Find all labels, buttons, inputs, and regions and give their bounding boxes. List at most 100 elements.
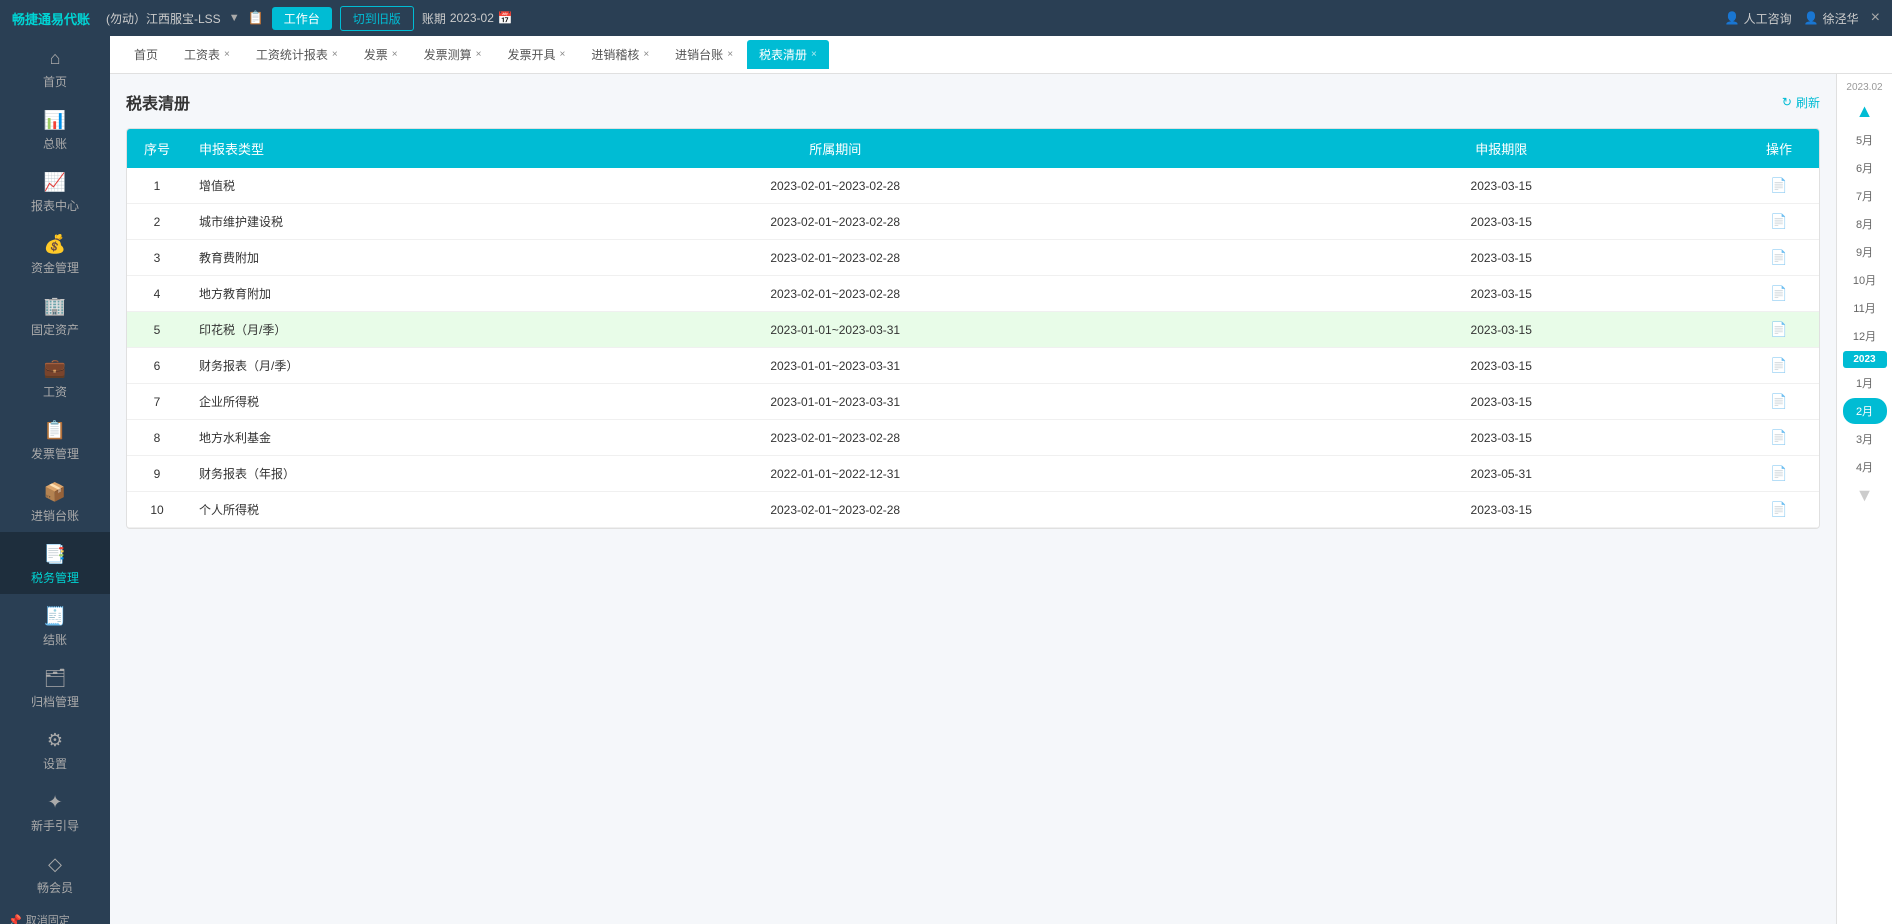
tab-salary-table[interactable]: 工资表 × bbox=[172, 40, 242, 69]
cell-action[interactable]: 📄 bbox=[1739, 492, 1819, 528]
view-icon[interactable]: 📄 bbox=[1770, 213, 1787, 229]
sidebar-item-member[interactable]: ◇ 畅会员 bbox=[0, 842, 110, 904]
timeline-month-11[interactable]: 11月 bbox=[1843, 295, 1887, 321]
timeline-year-header: 2023.02 bbox=[1846, 82, 1882, 93]
tab-salary-stats[interactable]: 工资统计报表 × bbox=[244, 40, 350, 69]
table-row: 10 个人所得税 2023-02-01~2023-02-28 2023-03-1… bbox=[127, 492, 1819, 528]
tab-purchases-check-close[interactable]: × bbox=[643, 49, 649, 60]
tab-salary-table-close[interactable]: × bbox=[224, 49, 230, 60]
workbench-button[interactable]: 工作台 bbox=[272, 7, 332, 30]
view-icon[interactable]: 📄 bbox=[1770, 357, 1787, 373]
cell-action[interactable]: 📄 bbox=[1739, 384, 1819, 420]
ai-consult-button[interactable]: 👤 人工咨询 bbox=[1725, 10, 1792, 27]
cell-action[interactable]: 📄 bbox=[1739, 168, 1819, 204]
sidebar-item-salary[interactable]: 💼 工资 bbox=[0, 346, 110, 408]
tab-invoice-open[interactable]: 发票开具 × bbox=[495, 40, 577, 69]
tab-tax-clear-close[interactable]: × bbox=[811, 49, 817, 60]
view-icon[interactable]: 📄 bbox=[1770, 177, 1787, 193]
timeline-month-8[interactable]: 8月 bbox=[1843, 211, 1887, 237]
company-dropdown-icon[interactable]: ▼ bbox=[229, 12, 240, 24]
switch-old-button[interactable]: 切到旧版 bbox=[340, 6, 414, 31]
timeline-month-7[interactable]: 7月 bbox=[1843, 183, 1887, 209]
calendar-icon: 📋 bbox=[248, 10, 264, 26]
tab-invoice-calc-close[interactable]: × bbox=[476, 49, 482, 60]
tab-invoice-label: 发票 bbox=[364, 46, 388, 63]
cell-action[interactable]: 📄 bbox=[1739, 240, 1819, 276]
timeline-month-5[interactable]: 5月 bbox=[1843, 127, 1887, 153]
cell-period: 2023-02-01~2023-02-28 bbox=[407, 492, 1263, 528]
tab-tax-clear[interactable]: 税表清册 × bbox=[747, 40, 829, 69]
view-icon[interactable]: 📄 bbox=[1770, 285, 1787, 301]
timeline-month-12[interactable]: 12月 bbox=[1843, 323, 1887, 349]
window-close-button[interactable]: × bbox=[1871, 9, 1880, 27]
sidebar-item-label: 首页 bbox=[43, 73, 67, 90]
timeline-month-6[interactable]: 6月 bbox=[1843, 155, 1887, 181]
tab-purchases-ledger-label: 进销台账 bbox=[675, 46, 723, 63]
sidebar-item-settings[interactable]: ⚙ 设置 bbox=[0, 718, 110, 780]
timeline-year-2023[interactable]: 2023 bbox=[1843, 351, 1887, 368]
timeline-down-button[interactable]: ▼ bbox=[1856, 485, 1874, 506]
tab-home[interactable]: 首页 bbox=[122, 40, 170, 69]
ai-icon: 👤 bbox=[1725, 11, 1740, 25]
cell-action[interactable]: 📄 bbox=[1739, 312, 1819, 348]
sidebar-item-ledger[interactable]: 📊 总账 bbox=[0, 98, 110, 160]
tab-purchases-ledger-close[interactable]: × bbox=[727, 49, 733, 60]
sidebar-item-guide[interactable]: ✦ 新手引导 bbox=[0, 780, 110, 842]
cell-seq: 8 bbox=[127, 420, 187, 456]
view-icon[interactable]: 📄 bbox=[1770, 249, 1787, 265]
cell-seq: 9 bbox=[127, 456, 187, 492]
page-title-bar: 税表清册 ↻ 刷新 bbox=[126, 90, 1820, 114]
view-icon[interactable]: 📄 bbox=[1770, 393, 1787, 409]
tab-invoice-calc[interactable]: 发票测算 × bbox=[412, 40, 494, 69]
unpin-button[interactable]: 📌 取消固定 bbox=[0, 904, 110, 924]
cell-action[interactable]: 📄 bbox=[1739, 420, 1819, 456]
view-icon[interactable]: 📄 bbox=[1770, 429, 1787, 445]
cell-deadline: 2023-03-15 bbox=[1263, 240, 1739, 276]
sidebar-item-assets[interactable]: 🏢 固定资产 bbox=[0, 284, 110, 346]
cell-action[interactable]: 📄 bbox=[1739, 204, 1819, 240]
sidebar-item-reports[interactable]: 📈 报表中心 bbox=[0, 160, 110, 222]
sidebar-item-settlement[interactable]: 🧾 结账 bbox=[0, 594, 110, 656]
content-area: 首页 工资表 × 工资统计报表 × 发票 × 发票测算 × 发票开具 × bbox=[110, 36, 1892, 924]
tab-invoice[interactable]: 发票 × bbox=[352, 40, 410, 69]
tab-salary-table-label: 工资表 bbox=[184, 46, 220, 63]
refresh-button[interactable]: ↻ 刷新 bbox=[1782, 94, 1820, 111]
timeline-month-4[interactable]: 4月 bbox=[1843, 454, 1887, 480]
sidebar-item-label: 固定资产 bbox=[31, 321, 79, 338]
sidebar-item-archive[interactable]: 🗂 归档管理 bbox=[0, 656, 110, 718]
sidebar: ⌂ 首页 📊 总账 📈 报表中心 💰 资金管理 🏢 固定资产 💼 工资 📋 发票… bbox=[0, 36, 110, 924]
invoice-icon: 📋 bbox=[44, 420, 66, 441]
sidebar-item-purchases[interactable]: 📦 进销台账 bbox=[0, 470, 110, 532]
company-name: (勿动）江西服宝-LSS bbox=[106, 10, 221, 27]
timeline-month-9[interactable]: 9月 bbox=[1843, 239, 1887, 265]
view-icon[interactable]: 📄 bbox=[1770, 465, 1787, 481]
purchases-icon: 📦 bbox=[44, 482, 66, 503]
tab-purchases-ledger[interactable]: 进销台账 × bbox=[663, 40, 745, 69]
archive-icon: 🗂 bbox=[44, 668, 67, 689]
cell-action[interactable]: 📄 bbox=[1739, 276, 1819, 312]
tab-invoice-close[interactable]: × bbox=[392, 49, 398, 60]
period-calendar-icon[interactable]: 📅 bbox=[498, 11, 513, 25]
timeline-up-button[interactable]: ▲ bbox=[1856, 101, 1874, 122]
view-icon[interactable]: 📄 bbox=[1770, 321, 1787, 337]
sidebar-item-invoice[interactable]: 📋 发票管理 bbox=[0, 408, 110, 470]
tab-purchases-check[interactable]: 进销稽核 × bbox=[579, 40, 661, 69]
timeline-month-10[interactable]: 10月 bbox=[1843, 267, 1887, 293]
user-profile[interactable]: 👤 徐泾华 bbox=[1804, 10, 1859, 27]
ledger-icon: 📊 bbox=[44, 110, 66, 131]
sidebar-item-label: 设置 bbox=[43, 755, 67, 772]
cell-action[interactable]: 📄 bbox=[1739, 348, 1819, 384]
timeline-month-3[interactable]: 3月 bbox=[1843, 426, 1887, 452]
sidebar-item-tax[interactable]: 📑 税务管理 bbox=[0, 532, 110, 594]
sidebar-item-funds[interactable]: 💰 资金管理 bbox=[0, 222, 110, 284]
tab-invoice-open-close[interactable]: × bbox=[559, 49, 565, 60]
tab-salary-stats-close[interactable]: × bbox=[332, 49, 338, 60]
cell-action[interactable]: 📄 bbox=[1739, 456, 1819, 492]
timeline-month-1[interactable]: 1月 bbox=[1843, 370, 1887, 396]
funds-icon: 💰 bbox=[44, 234, 66, 255]
timeline-month-2[interactable]: 2月 bbox=[1843, 398, 1887, 424]
cell-type: 企业所得税 bbox=[187, 384, 407, 420]
view-icon[interactable]: 📄 bbox=[1770, 501, 1787, 517]
top-bar: 畅捷通易代账 (勿动）江西服宝-LSS ▼ 📋 工作台 切到旧版 账期 2023… bbox=[0, 0, 1892, 36]
sidebar-item-home[interactable]: ⌂ 首页 bbox=[0, 36, 110, 98]
